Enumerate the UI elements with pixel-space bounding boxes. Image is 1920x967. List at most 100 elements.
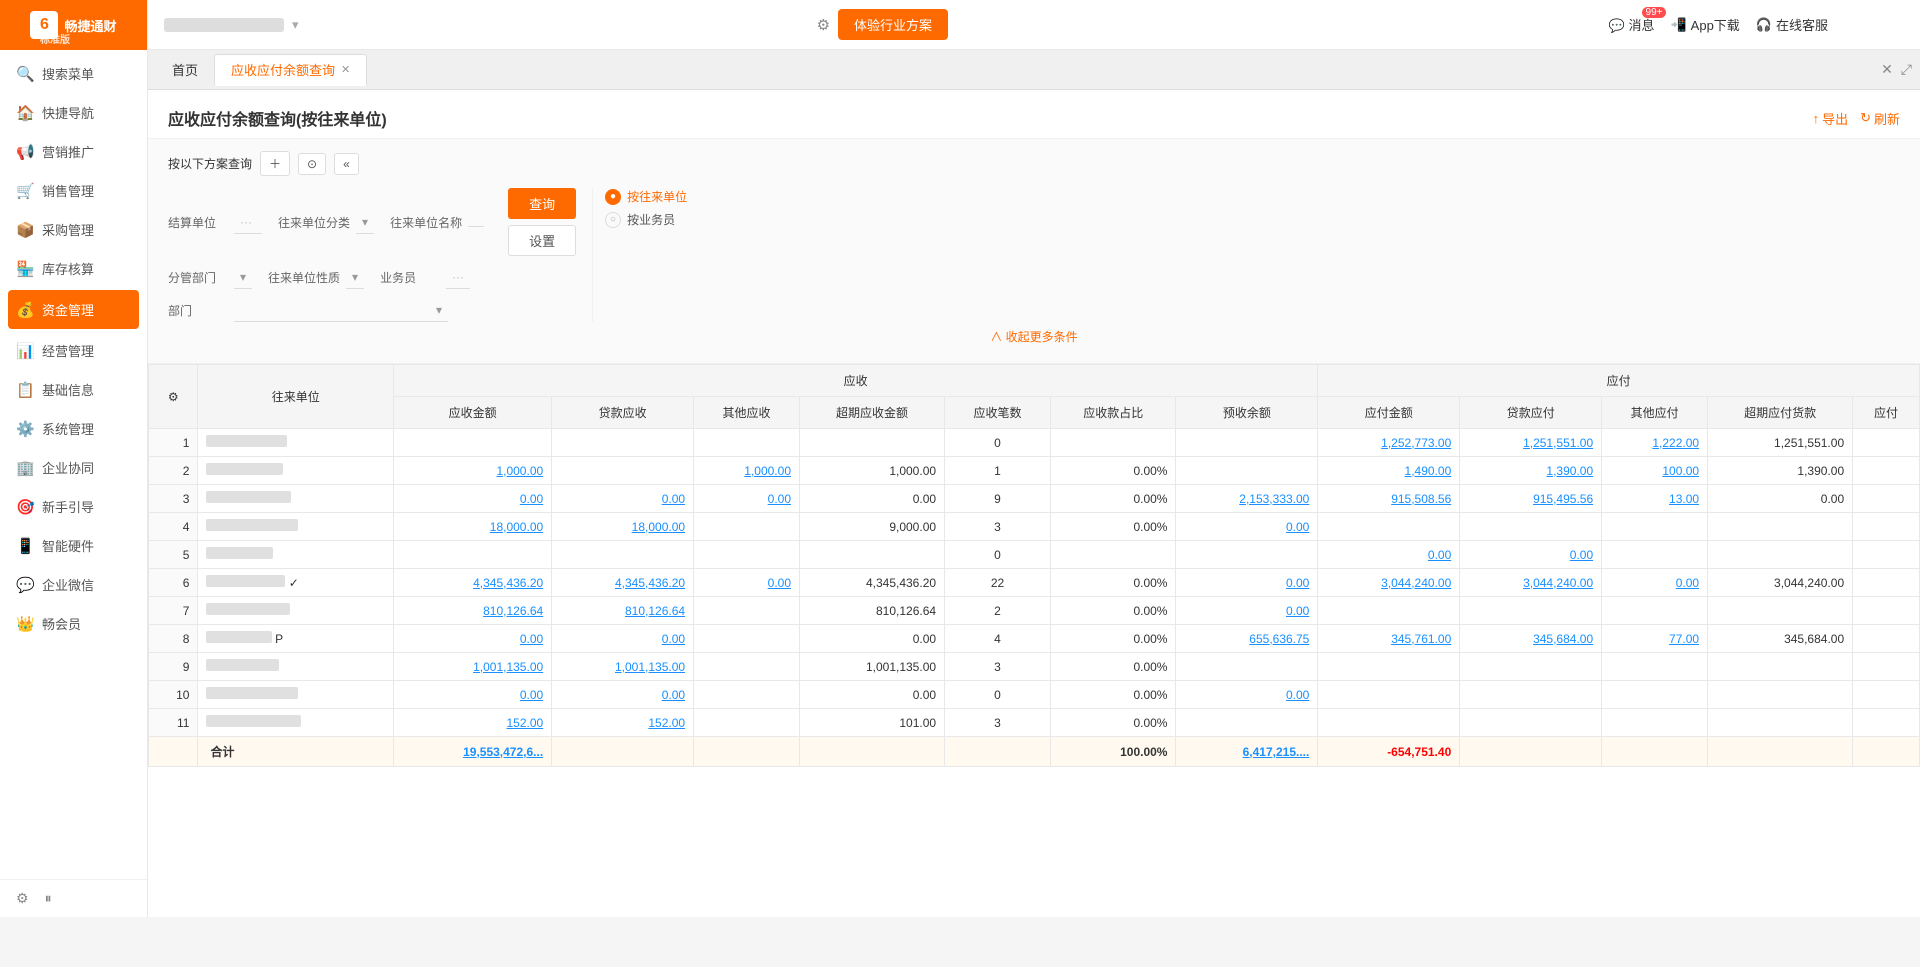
sidebar-item-base-info[interactable]: 📋 基础信息 bbox=[0, 370, 147, 409]
data-cell[interactable]: 3,044,240.00 bbox=[1318, 569, 1460, 597]
close-window-icon[interactable]: ✕ bbox=[1881, 61, 1893, 78]
data-cell[interactable]: 77.00 bbox=[1602, 625, 1708, 653]
table-settings-cell[interactable]: ⚙ bbox=[149, 365, 198, 429]
solution-button[interactable]: 体验行业方案 bbox=[838, 9, 948, 40]
data-cell[interactable]: 345,684.00 bbox=[1460, 625, 1602, 653]
salesperson-input[interactable]: ··· bbox=[446, 266, 470, 289]
data-cell[interactable]: 0.00 bbox=[1602, 569, 1708, 597]
schema-by-staff[interactable]: ○ 按业务员 bbox=[605, 211, 722, 228]
col-ar-count: 应收笔数 bbox=[945, 397, 1051, 429]
sidebar-item-marketing[interactable]: 📢 营销推广 bbox=[0, 132, 147, 171]
data-cell[interactable]: 1,252,773.00 bbox=[1318, 429, 1460, 457]
data-cell[interactable]: 655,636.75 bbox=[1176, 625, 1318, 653]
settlement-unit-input[interactable]: ··· bbox=[234, 211, 262, 234]
data-cell[interactable]: 0.00 bbox=[1176, 597, 1318, 625]
table-area[interactable]: ⚙ 往来单位 应收 应付 应收金额 贷款应收 其他应收 超期应收金额 应收笔数 … bbox=[148, 364, 1920, 917]
partner-name-input[interactable] bbox=[468, 218, 484, 227]
sidebar-item-search-menu[interactable]: 🔍 搜索菜单 bbox=[0, 54, 147, 93]
dept-manager-input[interactable]: ▾ bbox=[234, 266, 252, 289]
data-cell[interactable]: 2,153,333.00 bbox=[1176, 485, 1318, 513]
query-button[interactable]: 查询 bbox=[508, 188, 576, 219]
partner-category-input[interactable]: ▾ bbox=[356, 211, 374, 234]
data-cell[interactable]: 1,000.00 bbox=[394, 457, 552, 485]
col-ap-loan: 贷款应付 bbox=[1460, 397, 1602, 429]
data-cell[interactable]: 1,222.00 bbox=[1602, 429, 1708, 457]
dept-input[interactable]: ▾ bbox=[234, 299, 448, 322]
data-cell[interactable]: 13.00 bbox=[1602, 485, 1708, 513]
sidebar-item-wechat[interactable]: 💬 企业微信 bbox=[0, 565, 147, 604]
data-cell[interactable]: 0.00 bbox=[1318, 541, 1460, 569]
export-button[interactable]: ↑ 导出 bbox=[1813, 109, 1849, 128]
data-cell[interactable]: 0.00 bbox=[1176, 513, 1318, 541]
schema-settings-button[interactable]: ⊙ bbox=[298, 153, 326, 175]
data-cell[interactable]: 915,508.56 bbox=[1318, 485, 1460, 513]
set-button[interactable]: 设置 bbox=[508, 225, 576, 256]
tab-ar-ap-query[interactable]: 应收应付余额查询 ✕ bbox=[214, 54, 367, 86]
salesperson-label: 业务员 bbox=[380, 269, 440, 286]
close-tab-icon[interactable]: ✕ bbox=[341, 63, 350, 76]
data-cell[interactable]: 810,126.64 bbox=[552, 597, 694, 625]
data-cell[interactable]: 1,001,135.00 bbox=[394, 653, 552, 681]
data-cell[interactable]: 1,000.00 bbox=[694, 457, 800, 485]
data-cell[interactable]: 0.00 bbox=[1460, 541, 1602, 569]
schema-collapse-button[interactable]: « bbox=[334, 153, 359, 175]
online-service-button[interactable]: 🎧 在线客服 bbox=[1756, 15, 1828, 34]
data-cell[interactable]: 345,761.00 bbox=[1318, 625, 1460, 653]
sidebar-item-sales[interactable]: 🛒 销售管理 bbox=[0, 171, 147, 210]
schema-by-partner[interactable]: ● 按往来单位 bbox=[605, 188, 722, 205]
total-ar-loan bbox=[552, 737, 694, 767]
data-cell[interactable]: 0.00 bbox=[694, 569, 800, 597]
collapse-sidebar-icon[interactable]: ⏸ bbox=[45, 890, 52, 907]
data-cell[interactable]: 915,495.56 bbox=[1460, 485, 1602, 513]
sidebar-item-system[interactable]: ⚙️ 系统管理 bbox=[0, 409, 147, 448]
data-cell[interactable]: 3,044,240.00 bbox=[1460, 569, 1602, 597]
refresh-button[interactable]: ↻ 刷新 bbox=[1860, 109, 1900, 128]
sidebar-item-operations[interactable]: 📊 经营管理 bbox=[0, 331, 147, 370]
data-cell[interactable]: 810,126.64 bbox=[394, 597, 552, 625]
data-cell[interactable]: 0.00 bbox=[694, 485, 800, 513]
data-cell[interactable]: 4,345,436.20 bbox=[394, 569, 552, 597]
data-cell[interactable]: 4,345,436.20 bbox=[552, 569, 694, 597]
collapse-button[interactable]: ∧ 收起更多条件 bbox=[168, 322, 1900, 351]
sidebar-item-enterprise[interactable]: 🏢 企业协同 bbox=[0, 448, 147, 487]
sidebar-item-finance[interactable]: 💰 资金管理 bbox=[8, 290, 139, 329]
settings-bottom-icon[interactable]: ⚙ bbox=[16, 890, 29, 907]
sidebar-item-smart-hw[interactable]: 📱 智能硬件 bbox=[0, 526, 147, 565]
data-cell bbox=[694, 429, 800, 457]
schema-left-panel: ● 按往来单位 ○ 按业务员 bbox=[592, 188, 722, 322]
data-cell[interactable]: 1,490.00 bbox=[1318, 457, 1460, 485]
data-cell[interactable]: 1,251,551.00 bbox=[1460, 429, 1602, 457]
data-cell[interactable]: 18,000.00 bbox=[394, 513, 552, 541]
partner-nature-input[interactable]: ▾ bbox=[346, 266, 364, 289]
data-cell[interactable]: 100.00 bbox=[1602, 457, 1708, 485]
total-ap-overdue bbox=[1708, 737, 1853, 767]
data-cell[interactable]: 18,000.00 bbox=[552, 513, 694, 541]
data-cell[interactable]: 152.00 bbox=[552, 709, 694, 737]
data-cell[interactable]: 0.00 bbox=[1176, 569, 1318, 597]
message-button[interactable]: 💬 消息 99+ bbox=[1609, 15, 1655, 34]
data-cell[interactable]: 0.00 bbox=[1176, 681, 1318, 709]
tab-home[interactable]: 首页 bbox=[156, 54, 214, 86]
data-cell[interactable]: 0.00 bbox=[394, 485, 552, 513]
total-ar-amount[interactable]: 19,553,472,6... bbox=[394, 737, 552, 767]
app-download-button[interactable]: 📲 App下载 bbox=[1670, 15, 1739, 34]
add-schema-button[interactable]: ＋ bbox=[260, 151, 290, 176]
data-cell[interactable]: 1,001,135.00 bbox=[552, 653, 694, 681]
sidebar-item-purchase[interactable]: 📦 采购管理 bbox=[0, 210, 147, 249]
sidebar-item-guide[interactable]: 🎯 新手引导 bbox=[0, 487, 147, 526]
total-ar-advance[interactable]: 6,417,215.... bbox=[1176, 737, 1318, 767]
data-cell[interactable]: 0.00 bbox=[552, 485, 694, 513]
data-cell bbox=[552, 541, 694, 569]
data-cell[interactable]: 0.00 bbox=[394, 625, 552, 653]
data-cell[interactable]: 0.00 bbox=[552, 625, 694, 653]
data-cell[interactable]: 152.00 bbox=[394, 709, 552, 737]
data-cell[interactable]: 1,390.00 bbox=[1460, 457, 1602, 485]
data-cell[interactable]: 0.00 bbox=[552, 681, 694, 709]
settings-icon[interactable]: ⚙ bbox=[817, 16, 830, 34]
sidebar-item-member[interactable]: 👑 畅会员 bbox=[0, 604, 147, 643]
sidebar-item-inventory[interactable]: 🏪 库存核算 bbox=[0, 249, 147, 288]
sidebar-item-quick-nav[interactable]: 🏠 快捷导航 bbox=[0, 93, 147, 132]
data-cell[interactable]: 0.00 bbox=[394, 681, 552, 709]
maximize-window-icon[interactable]: ⤢ bbox=[1901, 61, 1912, 78]
dropdown-arrow-icon[interactable]: ▾ bbox=[292, 17, 299, 33]
